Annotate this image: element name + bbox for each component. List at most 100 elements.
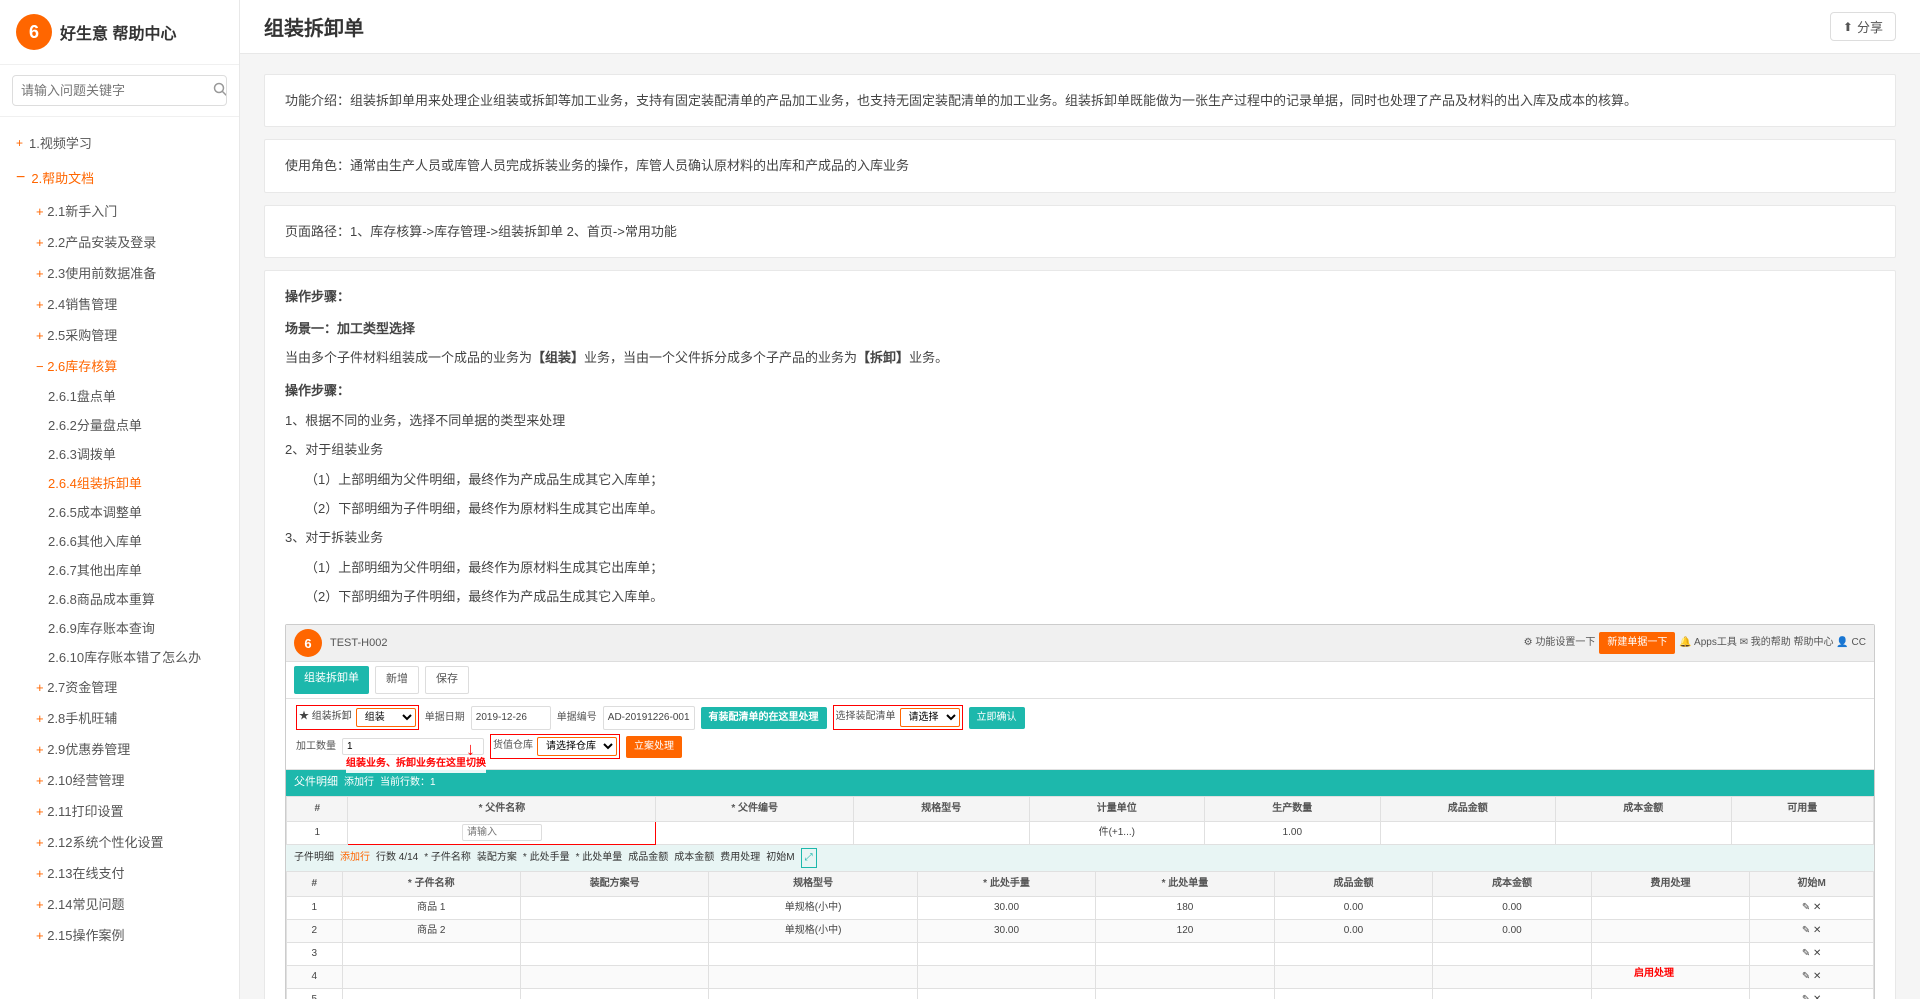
search-input[interactable] [13,77,205,104]
th-avail: 可用量 [1731,797,1873,822]
sidebar-item-print[interactable]: + 2.11打印设置 [24,795,239,826]
parent-name-input[interactable] [462,824,542,841]
row-delete-4[interactable]: ✕ [1813,971,1821,982]
type-select[interactable]: 组装 拆卸 [356,708,416,727]
minus-icon-sub: − [36,359,44,374]
warehouse-box[interactable]: 货值仓库 请选择仓库 [490,734,620,759]
sidebar-item-help-docs[interactable]: − 2.帮助文档 [0,160,239,195]
bom-select[interactable]: 请选择 [900,708,960,727]
sidebar-item-cases[interactable]: + 2.15操作案例 [24,919,239,950]
cth-qty1: * 此处手量 [917,872,1095,897]
row-edit-3[interactable]: ✎ [1802,948,1810,959]
sidebar-item-cost-recalc[interactable]: 2.6.8商品成本重算 [36,584,239,613]
plus-icon-op: + [36,866,44,881]
sidebar-item-other-out[interactable]: 2.6.7其他出库单 [36,555,239,584]
child-row-4: 4 ✎ ✕ [287,966,1874,989]
steps-block: 操作步骤： 场景一：加工类型选择 当由多个子件材料组装成一个成品的业务为【组装】… [264,270,1896,999]
sidebar-sub-items: + 2.1新手入门 + 2.2产品安装及登录 + 2.3使用前数据准备 + 2.… [0,195,239,950]
sidebar-item-inventory[interactable]: − 2.6库存核算 [24,350,239,381]
th-cost2: 成本金额 [1556,797,1732,822]
child-label2: * 子件名称 [424,849,471,867]
step1: 1、根据不同的业务，选择不同单据的类型来处理 [285,409,1875,432]
sidebar-item-stock-error[interactable]: 2.6.10库存账本错了怎么办 [36,642,239,671]
intro-block: 功能介绍：组装拆卸单用来处理企业组装或拆卸等加工业务，支持有固定装配清单的产品加… [264,74,1896,127]
inner-tab-save[interactable]: 保存 [425,666,469,694]
logo-area: 6 好生意 帮助中心 [0,0,239,65]
intro-text: 功能介绍：组装拆卸单用来处理企业组装或拆卸等加工业务，支持有固定装配清单的产品加… [285,89,1875,112]
child-action: 初始M [766,849,794,867]
sidebar-cat2-label: 2.帮助文档 [31,168,94,187]
sidebar-item-video[interactable]: + 1.视频学习 [0,125,239,160]
warehouse-select[interactable]: 请选择仓库 [537,737,617,756]
sidebar-item-coupon[interactable]: + 2.9优惠券管理 [24,733,239,764]
plus-icon-c: + [36,742,44,757]
plus-icon-small5: + [36,328,44,343]
row-delete-2[interactable]: ✕ [1813,925,1821,936]
plus-icon-small2: + [36,235,44,250]
sidebar-item-assemble-disassemble[interactable]: 2.6.4组装拆卸单 [36,468,239,497]
sidebar-item-newcomer[interactable]: + 2.1新手入门 [24,195,239,226]
bom-label: 选择装配清单 [836,708,896,727]
th-spec: 规格型号 [854,797,1030,822]
apply-btn[interactable]: 立案处理 [626,736,682,758]
annotation-has-bom: 有装配清单的在这里处理 [701,707,827,729]
sidebar-item-stock-ledger[interactable]: 2.6.9库存账本查询 [36,613,239,642]
inner-new-btn[interactable]: 新建单据一下 [1599,632,1675,654]
row-sku [656,822,854,845]
th-unit: 计量单位 [1029,797,1205,822]
child-bom-label: 装配方案 [477,849,517,867]
row-edit-5[interactable]: ✎ [1802,994,1810,999]
sidebar-item-stock-check[interactable]: 2.6.1盘点单 [36,381,239,410]
search-button[interactable] [205,76,227,105]
inner-tab-assemble[interactable]: 组装拆卸单 [294,666,369,694]
sidebar-item-data-prep[interactable]: + 2.3使用前数据准备 [24,257,239,288]
sidebar: 6 好生意 帮助中心 + 1.视频学习 − 2.帮助文档 + [0,0,240,999]
plus-icon-small3: + [36,266,44,281]
row-delete-1[interactable]: ✕ [1813,902,1821,913]
sidebar-item-cost-adjust[interactable]: 2.6.5成本调整单 [36,497,239,526]
sidebar-item-install[interactable]: + 2.2产品安装及登录 [24,226,239,257]
sidebar-item-personalize[interactable]: + 2.12系统个性化设置 [24,826,239,857]
row-edit-1[interactable]: ✎ [1802,902,1810,913]
sidebar-item-other-in[interactable]: 2.6.6其他入库单 [36,526,239,555]
type-selector[interactable]: ★ 组装拆卸 组装 拆卸 [296,705,419,730]
rows-count: 当前行数：1 [380,774,436,792]
confirm-btn[interactable]: 立即确认 [969,707,1025,729]
child-row-5: 5 ✎ ✕ [287,989,1874,999]
row-edit-2[interactable]: ✎ [1802,925,1810,936]
child-cost-label: 成品金额 [628,849,668,867]
step2-1: （1）上部明细为父件明细，最终作为产成品生成其它入库单； [285,468,1875,491]
add-child-row: 添加行 [340,849,370,867]
inner-form-row1: ★ 组装拆卸 组装 拆卸 单据日期 2019-12-26 单据编号 AD-201… [296,705,1864,730]
inner-logo: 6 [294,629,322,657]
count-input[interactable] [342,738,484,755]
inner-tab-new[interactable]: 新增 [375,666,419,694]
sidebar-item-online-pay[interactable]: + 2.13在线支付 [24,857,239,888]
cth-name: * 子件名称 [342,872,520,897]
scene1-desc: 当由多个子件材料组装成一个成品的业务为【组装】业务，当由一个父件拆分成多个子产品… [285,346,1875,369]
plus-icon-fq: + [36,897,44,912]
sidebar-item-partial-check[interactable]: 2.6.2分量盘点单 [36,410,239,439]
content-area: 功能介绍：组装拆卸单用来处理企业组装或拆卸等加工业务，支持有固定装配清单的产品加… [240,54,1920,999]
share-button[interactable]: ⬆ 分享 [1830,12,1896,41]
sidebar-item-faq[interactable]: + 2.14常见问题 [24,888,239,919]
plus-icon-small: + [36,204,44,219]
sidebar-item-sales[interactable]: + 2.4销售管理 [24,288,239,319]
th-name: * 父件名称 [348,797,656,822]
parent-label: 父件明细 [294,773,338,793]
sidebar-item-mobile[interactable]: + 2.8手机旺辅 [24,702,239,733]
cth-avail: 费用处理 [1591,872,1750,897]
bom-select-box[interactable]: 选择装配清单 请选择 [833,705,963,730]
search-box [12,75,227,106]
sidebar-item-finance[interactable]: + 2.7资金管理 [24,671,239,702]
row-edit-4[interactable]: ✎ [1802,971,1810,982]
plus-icon-mg: + [36,773,44,788]
sidebar-item-transfer[interactable]: 2.6.3调拨单 [36,439,239,468]
scene1-steps-title: 操作步骤： [285,379,1875,402]
child-expand[interactable]: ⤢ [801,848,817,868]
table-row: 1 件(+1...) 1.00 [287,822,1874,845]
sidebar-item-manage[interactable]: + 2.10经营管理 [24,764,239,795]
row-delete-3[interactable]: ✕ [1813,948,1821,959]
sidebar-item-purchase[interactable]: + 2.5采购管理 [24,319,239,350]
row-delete-5[interactable]: ✕ [1813,994,1821,999]
